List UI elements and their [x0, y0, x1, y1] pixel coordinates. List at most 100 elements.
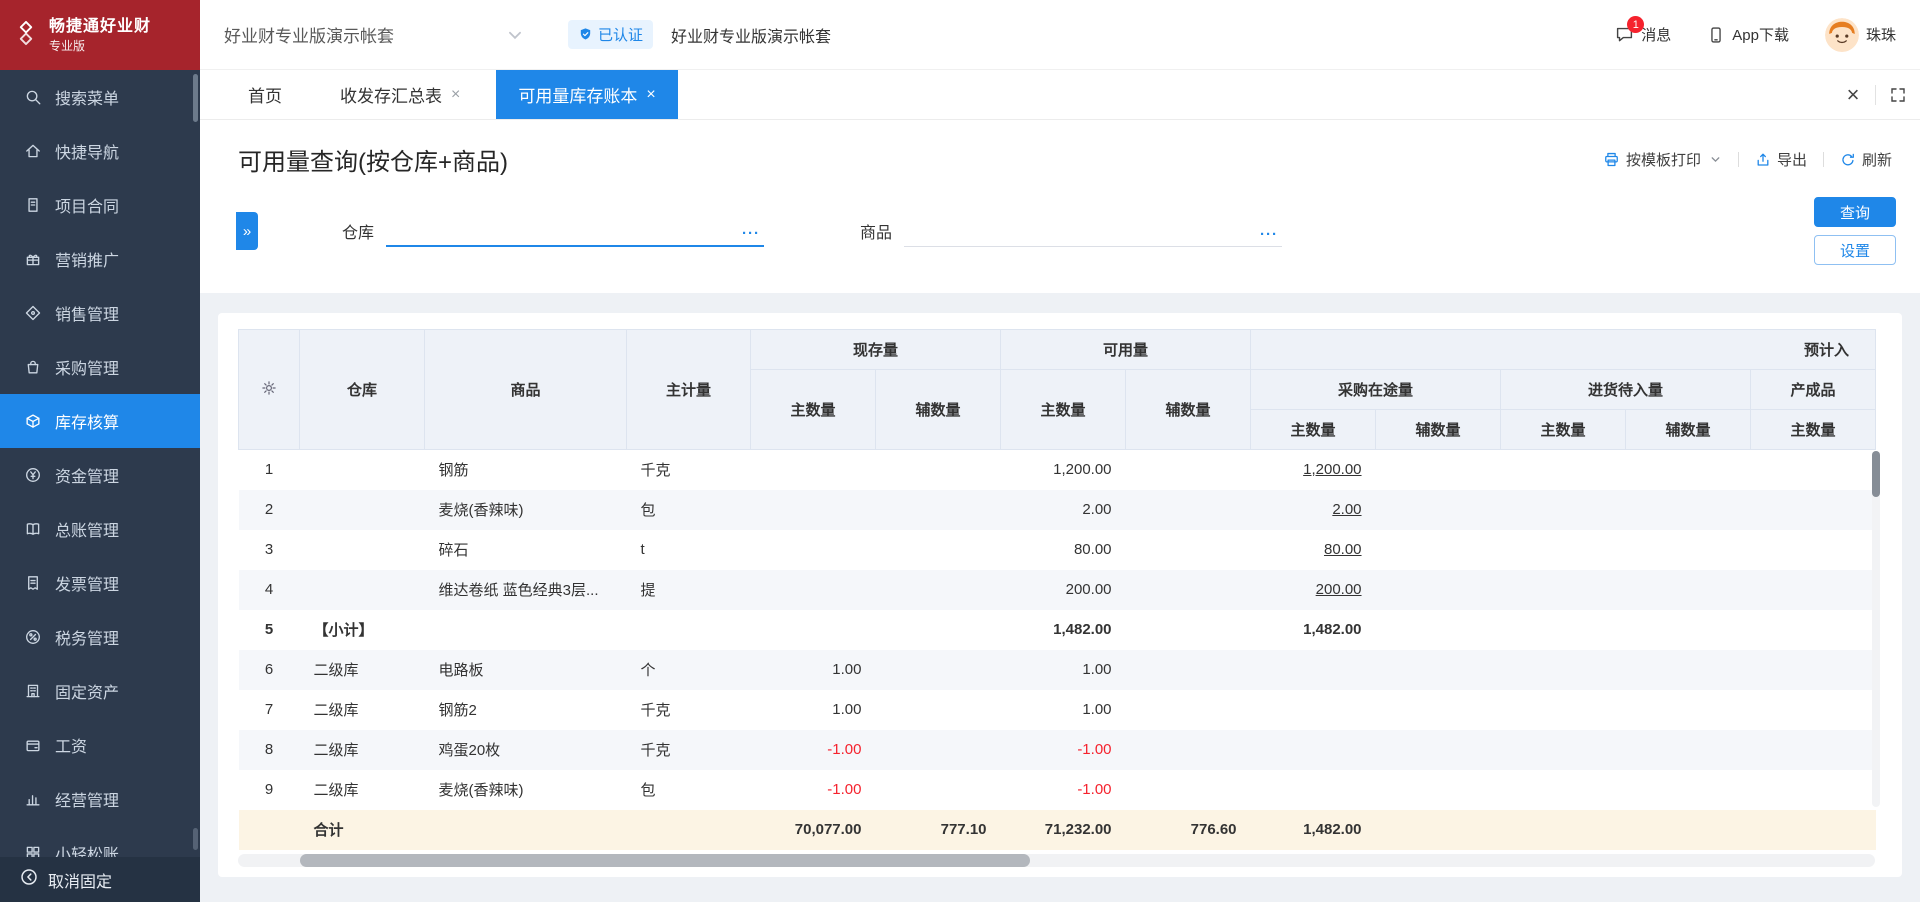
cell-stock_main — [751, 450, 876, 490]
cell-finished_main — [1751, 610, 1876, 650]
app-download-button[interactable]: App下载 — [1707, 24, 1789, 45]
user-menu[interactable]: 珠珠 — [1825, 18, 1896, 52]
print-by-template-button[interactable]: 按模板打印 — [1603, 149, 1722, 170]
header-transit-main: 主数量 — [1251, 410, 1376, 450]
cell-transit_main: 200.00 — [1251, 570, 1376, 610]
cell-transit_aux — [1376, 690, 1501, 730]
subtotal-row: 5【小计】1,482.001,482.00 — [239, 610, 1876, 650]
row-number: 8 — [239, 730, 300, 770]
cell-incoming_main — [1501, 770, 1626, 810]
tab-close-icon[interactable]: × — [451, 86, 460, 104]
page-title: 可用量查询(按仓库+商品) — [238, 142, 508, 177]
horizontal-scrollbar-thumb[interactable] — [300, 854, 1030, 867]
cell-stock_main: 70,077.00 — [751, 810, 876, 850]
account-dropdown[interactable]: 好业财专业版演示帐套 — [224, 22, 524, 47]
sidebar-scrollbar[interactable] — [193, 74, 198, 122]
warehouse-picker-button[interactable]: ··· — [742, 225, 760, 242]
header-finished-main: 主数量 — [1751, 410, 1876, 450]
horizontal-scrollbar[interactable] — [238, 854, 1875, 867]
vertical-scrollbar-thumb[interactable] — [1872, 451, 1880, 497]
messages-button[interactable]: 1 消息 — [1615, 24, 1671, 45]
filter-expand-handle[interactable]: » — [236, 212, 258, 250]
transit-qty-link[interactable]: 80.00 — [1324, 541, 1362, 558]
cell-transit_aux — [1376, 610, 1501, 650]
row-number: 2 — [239, 490, 300, 530]
warehouse-filter-input[interactable]: ··· — [386, 215, 764, 247]
product-filter-input[interactable]: ··· — [904, 216, 1282, 247]
cell-avail_aux — [1126, 530, 1251, 570]
sidebar-item-label: 搜索菜单 — [55, 85, 119, 109]
brand-logo-icon — [12, 19, 40, 52]
chevron-down-icon — [1709, 153, 1722, 166]
unpin-sidebar-button[interactable]: 取消固定 — [0, 857, 200, 902]
header-group-transit: 采购在途量 — [1251, 370, 1501, 410]
tab-home[interactable]: 首页 — [226, 70, 304, 119]
cell-finished_main — [1751, 570, 1876, 610]
sidebar-item-inventory[interactable]: 库存核算 — [0, 394, 200, 448]
cell-avail_aux — [1126, 450, 1251, 490]
sidebar-item-invoice[interactable]: 发票管理 — [0, 556, 200, 610]
sidebar-item-label: 小轻松账 — [55, 841, 119, 857]
phone-icon — [1707, 26, 1725, 44]
sidebar-item-funds[interactable]: 资金管理 — [0, 448, 200, 502]
cell-stock_aux — [876, 450, 1001, 490]
cell-finished_main — [1751, 530, 1876, 570]
cell-avail_aux — [1126, 650, 1251, 690]
asset-icon — [24, 682, 42, 700]
transit-qty-link[interactable]: 1,200.00 — [1303, 461, 1361, 478]
sidebar-item-quick-nav[interactable]: 快捷导航 — [0, 124, 200, 178]
table-row: 8二级库鸡蛋20枚千克-1.00-1.00 — [239, 730, 1876, 770]
column-settings-button[interactable] — [239, 330, 300, 450]
cell-unit: 个 — [627, 650, 751, 690]
refresh-button[interactable]: 刷新 — [1840, 149, 1892, 170]
cell-unit: 包 — [627, 490, 751, 530]
tab-available-inventory[interactable]: 可用量库存账本× — [496, 70, 677, 119]
sidebar-item-marketing[interactable]: 营销推广 — [0, 232, 200, 286]
table-row: 1钢筋千克1,200.001,200.00 — [239, 450, 1876, 490]
header-available-main: 主数量 — [1001, 370, 1126, 450]
cell-transit_aux — [1376, 530, 1501, 570]
sidebar-item-search-menu[interactable]: 搜索菜单 — [0, 70, 200, 124]
tab-close-icon[interactable]: × — [646, 86, 655, 104]
cell-unit: 千克 — [627, 690, 751, 730]
sidebar-item-mini-app[interactable]: 小轻松账 — [0, 826, 200, 857]
close-all-tabs-button[interactable]: × — [1831, 70, 1875, 119]
cell-incoming_aux — [1626, 570, 1751, 610]
sidebar: 畅捷通好业财 专业版 搜索菜单快捷导航项目合同营销推广销售管理采购管理库存核算资… — [0, 0, 200, 902]
cell-incoming_aux — [1626, 810, 1751, 850]
header-incoming-main: 主数量 — [1501, 410, 1626, 450]
sidebar-item-salary[interactable]: 工资 — [0, 718, 200, 772]
cell-incoming_aux — [1626, 690, 1751, 730]
sidebar-item-fixed-assets[interactable]: 固定资产 — [0, 664, 200, 718]
export-button[interactable]: 导出 — [1755, 149, 1807, 170]
cell-product: 麦烧(香辣味) — [425, 490, 627, 530]
sidebar-item-sales[interactable]: 销售管理 — [0, 286, 200, 340]
sidebar-item-purchase[interactable]: 采购管理 — [0, 340, 200, 394]
sidebar-item-label: 营销推广 — [55, 247, 119, 271]
cell-unit: t — [627, 530, 751, 570]
sidebar-item-tax[interactable]: 税务管理 — [0, 610, 200, 664]
fullscreen-button[interactable] — [1876, 70, 1920, 119]
tab-summary-report[interactable]: 收发存汇总表× — [318, 70, 482, 119]
query-header-panel: 可用量查询(按仓库+商品) 按模板打印 导出 — [200, 120, 1920, 293]
cell-incoming_main — [1501, 810, 1626, 850]
row-number: 6 — [239, 650, 300, 690]
cell-transit_aux — [1376, 650, 1501, 690]
funds-icon — [24, 466, 42, 484]
topbar-right: 1 消息 App下载 珠珠 — [1615, 18, 1896, 52]
cell-avail_main: 1.00 — [1001, 690, 1126, 730]
cell-avail_main: 80.00 — [1001, 530, 1126, 570]
transit-qty-link[interactable]: 200.00 — [1316, 581, 1362, 598]
vertical-scrollbar[interactable] — [1872, 451, 1880, 807]
settings-button[interactable]: 设置 — [1814, 235, 1896, 265]
cell-product: 钢筋 — [425, 450, 627, 490]
sidebar-item-ledger[interactable]: 总账管理 — [0, 502, 200, 556]
transit-qty-link[interactable]: 2.00 — [1332, 501, 1361, 518]
sidebar-item-operation[interactable]: 经营管理 — [0, 772, 200, 826]
cell-avail_main: 200.00 — [1001, 570, 1126, 610]
sidebar-menu: 搜索菜单快捷导航项目合同营销推广销售管理采购管理库存核算资金管理总账管理发票管理… — [0, 70, 200, 857]
query-button[interactable]: 查询 — [1814, 197, 1896, 227]
sidebar-scrollbar-lower[interactable] — [193, 828, 198, 850]
product-picker-button[interactable]: ··· — [1260, 226, 1278, 243]
sidebar-item-project-contract[interactable]: 项目合同 — [0, 178, 200, 232]
